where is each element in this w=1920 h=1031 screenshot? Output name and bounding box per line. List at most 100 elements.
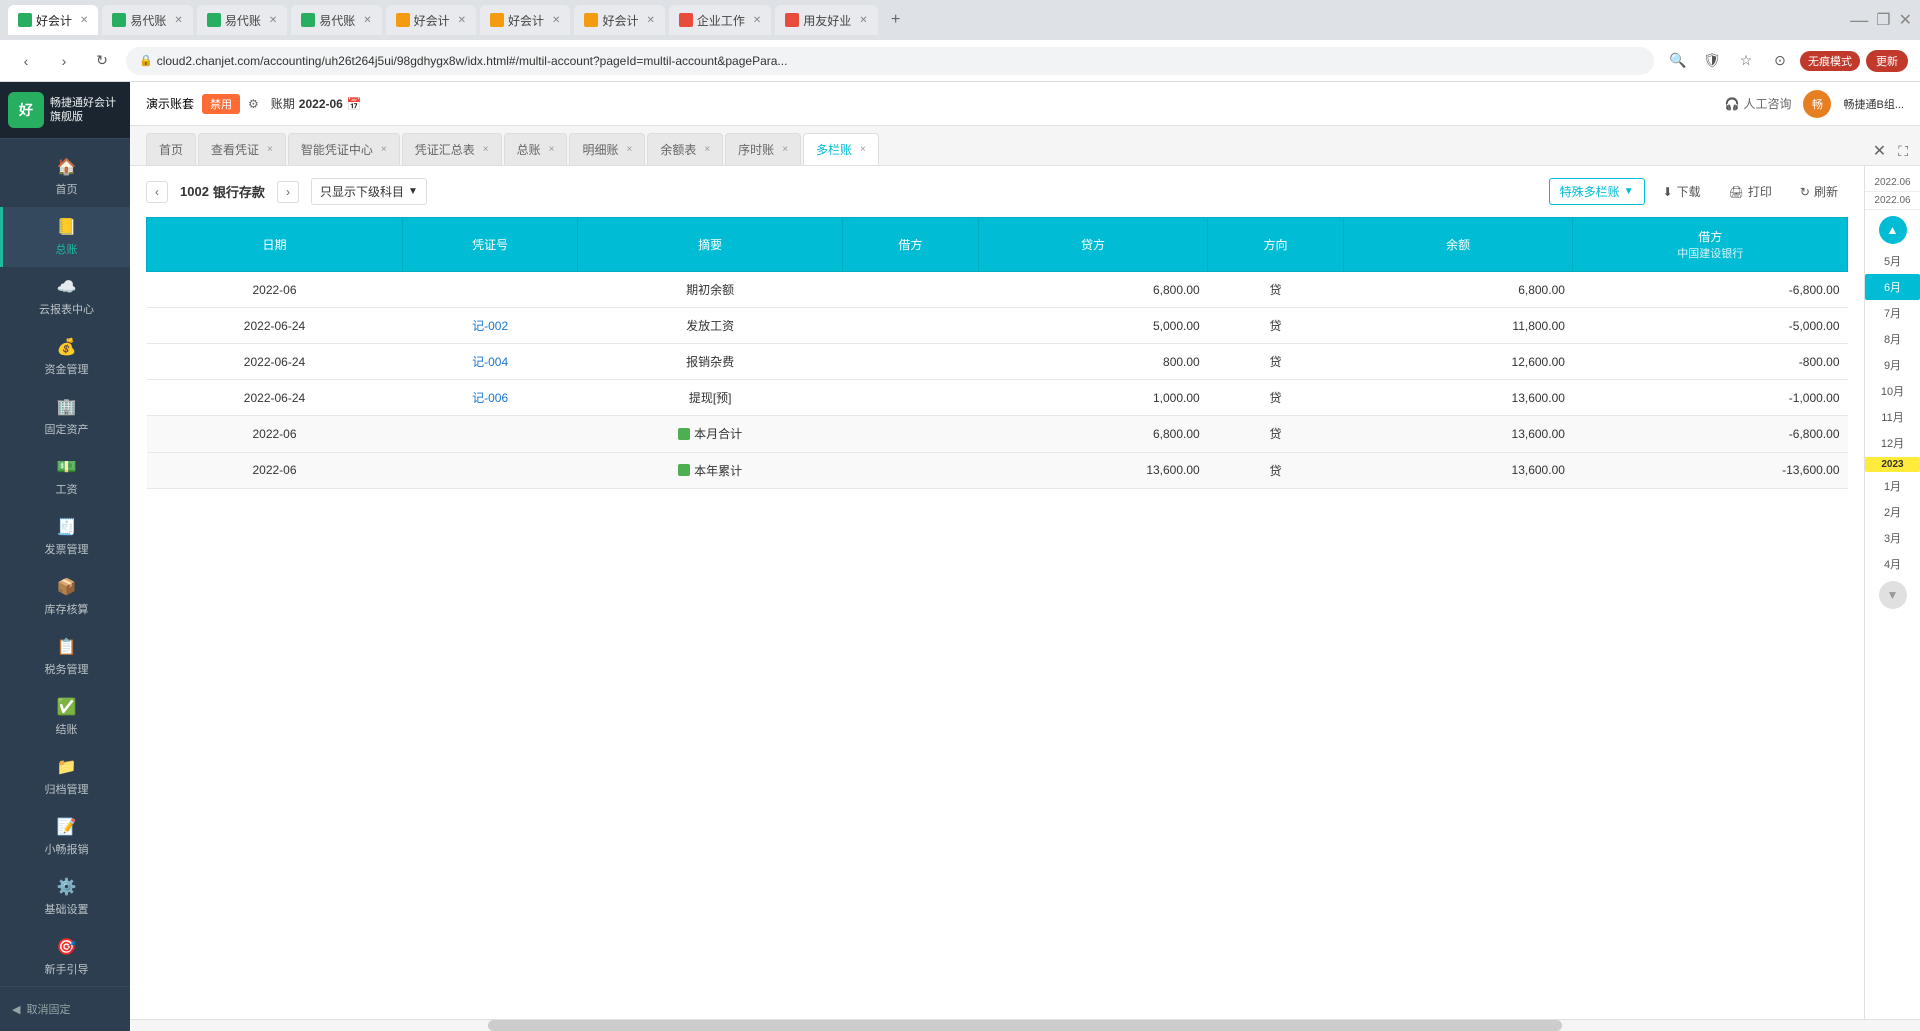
headset-icon: 🎧: [1725, 97, 1740, 111]
month-item-5[interactable]: 5月: [1865, 248, 1920, 274]
month-item-10[interactable]: 10月: [1865, 378, 1920, 404]
month-item-1[interactable]: 1月: [1865, 473, 1920, 499]
tab-close-6[interactable]: ✕: [646, 15, 654, 26]
tab-8[interactable]: 用友好业 ✕: [775, 5, 877, 35]
month-item-9[interactable]: 9月: [1865, 352, 1920, 378]
close-button[interactable]: ✕: [1899, 10, 1912, 30]
sidebar-item-tax[interactable]: 📋 税务管理: [0, 627, 130, 687]
search-icon[interactable]: 🔍: [1664, 47, 1692, 75]
restore-button[interactable]: ❐: [1876, 10, 1890, 30]
sidebar-item-ledger[interactable]: 📒 总账: [0, 207, 130, 267]
month-item-4[interactable]: 4月: [1865, 551, 1920, 577]
month-item-6[interactable]: 6月: [1865, 274, 1920, 300]
tab-active[interactable]: 好会计 ✕: [8, 5, 98, 35]
sidebar-item-funds[interactable]: 💰 资金管理: [0, 327, 130, 387]
tab-close-voucher-summary[interactable]: ×: [483, 144, 489, 155]
sidebar-item-payroll[interactable]: 💵 工资: [0, 447, 130, 507]
sidebar-item-invoices[interactable]: 🧾 发票管理: [0, 507, 130, 567]
user-label: 畅捷通B组...: [1843, 96, 1904, 112]
tab-view-voucher[interactable]: 查看凭证 ×: [198, 133, 286, 165]
tab-close-general-ledger[interactable]: ×: [549, 144, 555, 155]
sidebar-item-expense[interactable]: 📝 小畅报销: [0, 807, 130, 867]
print-button[interactable]: 🖨 打印: [1719, 179, 1782, 204]
tab-general-ledger[interactable]: 总账 ×: [504, 133, 568, 165]
profile-icon[interactable]: ⊙: [1766, 47, 1794, 75]
tab-close-balance-table[interactable]: ×: [704, 144, 710, 155]
tab-chronological-account[interactable]: 序时账 ×: [725, 133, 801, 165]
tab-close-chronological[interactable]: ×: [782, 144, 788, 155]
tab-close-detail-account[interactable]: ×: [626, 144, 632, 155]
bookmark-icon[interactable]: ☆: [1732, 47, 1760, 75]
forward-button[interactable]: ›: [50, 47, 78, 75]
special-multi-column-button[interactable]: 特殊多栏账 ▼: [1549, 178, 1645, 205]
tab-4[interactable]: 好会计 ✕: [386, 5, 476, 35]
top-bar: 演示账套 禁用 ⚙ 账期 2022-06 📅 🎧 人工咨询 畅 畅捷通B组...: [130, 82, 1920, 126]
help-button[interactable]: 🎧 人工咨询: [1725, 95, 1792, 112]
tab-detail-account[interactable]: 明细账 ×: [569, 133, 645, 165]
tab-smart-voucher[interactable]: 智能凭证中心 ×: [288, 133, 400, 165]
scroll-thumb[interactable]: [488, 1020, 1562, 1031]
tab-close-7[interactable]: ✕: [753, 15, 761, 26]
tab-2[interactable]: 易代账 ✕: [197, 5, 287, 35]
voucher-link-006[interactable]: 记-006: [402, 380, 577, 416]
sidebar-item-closing[interactable]: ✅ 结账: [0, 687, 130, 747]
tab-home[interactable]: 首页: [146, 133, 196, 165]
month-item-8[interactable]: 8月: [1865, 326, 1920, 352]
user-avatar[interactable]: 畅: [1803, 90, 1831, 118]
voucher-link-004[interactable]: 记-004: [402, 344, 577, 380]
sidebar-item-settings[interactable]: ⚙️ 基础设置: [0, 867, 130, 927]
sidebar-item-archive[interactable]: 📁 归档管理: [0, 747, 130, 807]
month-item-12[interactable]: 12月: [1865, 430, 1920, 456]
scroll-up-button[interactable]: ▲: [1879, 216, 1907, 244]
refresh-button[interactable]: ↻ 刷新: [1790, 179, 1848, 204]
prev-account-button[interactable]: ‹: [146, 181, 168, 203]
back-button[interactable]: ‹: [12, 47, 40, 75]
new-tab-button[interactable]: +: [882, 6, 910, 34]
month-item-2[interactable]: 2月: [1865, 499, 1920, 525]
tab-5[interactable]: 好会计 ✕: [480, 5, 570, 35]
tab-close-1[interactable]: ✕: [174, 15, 182, 26]
minimize-button[interactable]: —: [1850, 10, 1868, 31]
calendar-icon[interactable]: 📅: [347, 97, 362, 111]
download-button[interactable]: ⬇ 下载: [1653, 179, 1711, 204]
sidebar-footer: ◀ 取消固定: [0, 986, 130, 1031]
tab-close-multi-column[interactable]: ×: [860, 144, 866, 155]
next-account-button[interactable]: ›: [277, 181, 299, 203]
tab-voucher-summary[interactable]: 凭证汇总表 ×: [402, 133, 502, 165]
reload-button[interactable]: ↻: [88, 47, 116, 75]
tab-close-active[interactable]: ✕: [80, 15, 88, 26]
tab-close-8[interactable]: ✕: [859, 15, 867, 26]
tab-close-4[interactable]: ✕: [458, 15, 466, 26]
tab-close-3[interactable]: ✕: [363, 15, 371, 26]
incognito-badge[interactable]: 无痕模式: [1800, 51, 1860, 71]
tab-balance-table[interactable]: 余额表 ×: [647, 133, 723, 165]
close-panel-icon[interactable]: ✕: [1869, 137, 1890, 165]
tab-7[interactable]: 企业工作 ✕: [669, 5, 771, 35]
sidebar-item-guide[interactable]: 🎯 新手引导: [0, 927, 130, 986]
tab-close-2[interactable]: ✕: [269, 15, 277, 26]
tab-close-smart-voucher[interactable]: ×: [381, 144, 387, 155]
filter-dropdown[interactable]: 只显示下级科目 ▼: [311, 178, 427, 205]
tab-1[interactable]: 易代账 ✕: [102, 5, 192, 35]
sidebar-item-inventory[interactable]: 📦 库存核算: [0, 567, 130, 627]
expand-panel-icon[interactable]: ⛶: [1894, 139, 1912, 164]
update-button[interactable]: 更新: [1866, 50, 1908, 72]
settings-gear-icon[interactable]: ⚙: [248, 97, 259, 111]
sidebar-item-cloud-reports[interactable]: ☁️ 云报表中心: [0, 267, 130, 327]
tab-close-view-voucher[interactable]: ×: [267, 144, 273, 155]
sidebar-item-home[interactable]: 🏠 首页: [0, 147, 130, 207]
tab-3[interactable]: 易代账 ✕: [291, 5, 381, 35]
month-item-7[interactable]: 7月: [1865, 300, 1920, 326]
tab-close-5[interactable]: ✕: [552, 15, 560, 26]
tab-multi-column[interactable]: 多栏账 ×: [803, 133, 879, 165]
scroll-down-button[interactable]: ▼: [1879, 581, 1907, 609]
shield-icon[interactable]: 🛡: [1698, 47, 1726, 75]
voucher-link-002[interactable]: 记-002: [402, 308, 577, 344]
month-item-3[interactable]: 3月: [1865, 525, 1920, 551]
unpin-button[interactable]: ◀ 取消固定: [4, 995, 126, 1023]
sidebar-item-fixed-assets[interactable]: 🏢 固定资产: [0, 387, 130, 447]
month-item-11[interactable]: 11月: [1865, 404, 1920, 430]
url-input[interactable]: 🔒 cloud2.chanjet.com/accounting/uh26t264…: [126, 47, 1654, 75]
tab-6[interactable]: 好会计 ✕: [574, 5, 664, 35]
horizontal-scrollbar[interactable]: [130, 1019, 1920, 1031]
